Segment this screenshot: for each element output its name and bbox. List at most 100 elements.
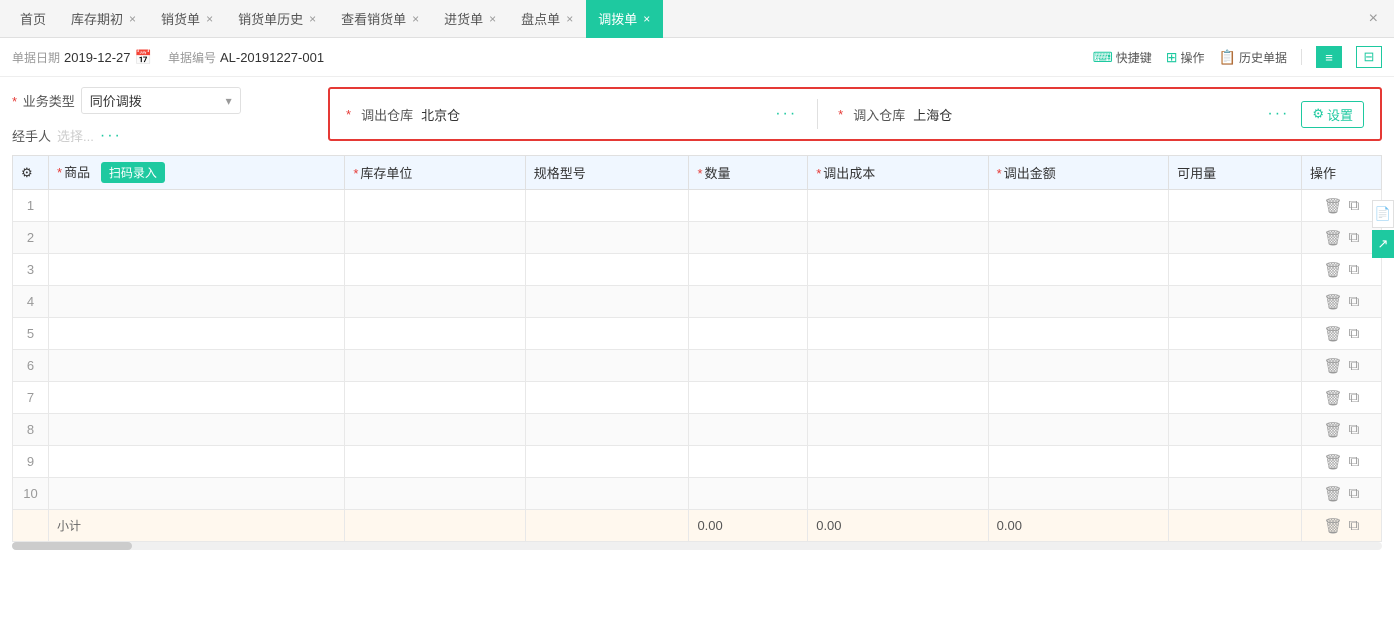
copy-row-icon[interactable]: ⧉ — [1349, 229, 1360, 246]
transfer-out-required: * — [346, 107, 351, 122]
copy-row-icon[interactable]: ⧉ — [1349, 485, 1360, 502]
history-icon: 📋 — [1219, 49, 1236, 66]
cell-amount — [988, 350, 1168, 382]
cell-quantity — [689, 190, 808, 222]
product-table: ⚙ *商品 扫码录入 *库存单位 规格型号 *数量 *调出成本 — [12, 155, 1382, 542]
tab-transfer[interactable]: 调拨单 × — [586, 0, 663, 38]
copy-row-icon[interactable]: ⧉ — [1349, 389, 1360, 406]
tab-close-stocktake[interactable]: × — [566, 12, 573, 26]
delete-row-icon[interactable]: 🗑 — [1324, 357, 1343, 375]
operations-button[interactable]: ⊞ 操作 — [1166, 49, 1205, 66]
cell-goods[interactable] — [49, 478, 345, 510]
cell-spec — [525, 318, 689, 350]
transfer-in-required: * — [838, 107, 843, 122]
cell-goods[interactable] — [49, 254, 345, 286]
cell-spec — [525, 414, 689, 446]
copy-row-icon[interactable]: ⧉ — [1349, 261, 1360, 278]
delete-row-icon[interactable]: 🗑 — [1324, 485, 1343, 503]
table-row: 2 🗑 ⧉ — [13, 222, 1382, 254]
copy-row-icon[interactable]: ⧉ — [1349, 197, 1360, 214]
tab-stocktake[interactable]: 盘点单 × — [509, 0, 586, 38]
tab-home[interactable]: 首页 — [8, 0, 59, 38]
table-row: 5🗑⧉ — [13, 318, 1382, 350]
tab-close-inventory-init[interactable]: × — [129, 12, 136, 26]
gear-icon[interactable]: ⚙ — [21, 165, 33, 180]
business-type-dropdown[interactable]: 同价调拨 ▾ — [81, 87, 241, 114]
cell-goods[interactable] — [49, 286, 345, 318]
cell-goods[interactable] — [49, 190, 345, 222]
action-cell: 🗑⧉ — [1310, 389, 1373, 407]
settings-label: 设置 — [1327, 105, 1353, 124]
delete-row-icon[interactable]: 🗑 — [1324, 453, 1343, 471]
delete-row-icon[interactable]: 🗑 — [1324, 229, 1343, 247]
cell-unit — [345, 350, 525, 382]
cell-goods[interactable] — [49, 446, 345, 478]
tab-sales-history[interactable]: 销货单历史 × — [226, 0, 329, 38]
manager-input[interactable]: 选择... — [57, 126, 94, 145]
form-left: * 业务类型 同价调拨 ▾ 经手人 选择... ··· — [12, 87, 312, 145]
history-label: 历史单据 — [1239, 49, 1287, 66]
tab-close-transfer[interactable]: × — [643, 12, 650, 26]
copy-row-icon[interactable]: ⧉ — [1349, 357, 1360, 374]
tab-close-purchase[interactable]: × — [489, 12, 496, 26]
grid-view-button[interactable]: ⊟ — [1356, 46, 1382, 68]
cell-goods[interactable] — [49, 382, 345, 414]
tab-inventory-init[interactable]: 库存期初 × — [59, 0, 149, 38]
cell-available — [1169, 254, 1302, 286]
copy-row-icon[interactable]: ⧉ — [1349, 517, 1360, 534]
tab-sales-order[interactable]: 销货单 × — [149, 0, 226, 38]
transfer-in-ellipsis-icon[interactable]: ··· — [1267, 105, 1289, 123]
delete-row-icon[interactable]: 🗑 — [1324, 261, 1343, 279]
delete-row-icon[interactable]: 🗑 — [1324, 325, 1343, 343]
history-button[interactable]: 📋 历史单据 — [1219, 49, 1287, 66]
delete-row-icon[interactable]: 🗑 — [1324, 517, 1343, 535]
tab-close-sales-order[interactable]: × — [206, 12, 213, 26]
cell-goods[interactable] — [49, 414, 345, 446]
tab-close-view-sales[interactable]: × — [412, 12, 419, 26]
export-icon[interactable]: ↗ — [1372, 230, 1394, 258]
doc-panel-icon[interactable]: 📄 — [1372, 200, 1394, 228]
shortcuts-button[interactable]: ⌨ 快捷键 — [1093, 49, 1152, 66]
doc-number-value: AL-20191227-001 — [220, 50, 324, 65]
settings-button[interactable]: ⚙ 设置 — [1301, 101, 1364, 128]
copy-row-icon[interactable]: ⧉ — [1349, 293, 1360, 310]
copy-row-icon[interactable]: ⧉ — [1349, 325, 1360, 342]
delete-row-icon[interactable]: 🗑 — [1324, 421, 1343, 439]
close-all-tabs[interactable]: × — [1361, 10, 1386, 28]
tab-view-sales[interactable]: 查看销货单 × — [329, 0, 432, 38]
cell-unit — [345, 286, 525, 318]
action-cell: 🗑⧉ — [1310, 517, 1373, 535]
delete-row-icon[interactable]: 🗑 — [1324, 389, 1343, 407]
th-action: 操作 — [1302, 156, 1382, 190]
transfer-out-ellipsis-icon[interactable]: ··· — [775, 105, 797, 123]
th-spec: 规格型号 — [525, 156, 689, 190]
th-settings: ⚙ — [13, 156, 49, 190]
dropdown-arrow-icon: ▾ — [226, 94, 232, 108]
cell-spec — [525, 510, 689, 542]
horizontal-scrollbar[interactable] — [12, 542, 1382, 550]
calendar-icon[interactable]: 📅 — [135, 49, 152, 66]
cell-unit — [345, 254, 525, 286]
cell-goods[interactable] — [49, 318, 345, 350]
table-row: 6🗑⧉ — [13, 350, 1382, 382]
cell-cost — [808, 446, 988, 478]
cell-cost — [808, 190, 988, 222]
transfer-in-value: 上海仓 — [913, 105, 952, 124]
cell-unit — [345, 446, 525, 478]
cell-goods[interactable] — [49, 222, 345, 254]
copy-row-icon[interactable]: ⧉ — [1349, 453, 1360, 470]
scroll-thumb[interactable] — [12, 542, 132, 550]
transfer-in-label: 调入仓库 — [853, 105, 905, 124]
cell-goods[interactable] — [49, 350, 345, 382]
delete-row-icon[interactable]: 🗑 — [1324, 293, 1343, 311]
row-number: 2 — [13, 222, 49, 254]
list-view-button[interactable]: ≡ — [1316, 46, 1342, 68]
copy-row-icon[interactable]: ⧉ — [1349, 421, 1360, 438]
row-number: 10 — [13, 478, 49, 510]
delete-row-icon[interactable]: 🗑 — [1324, 197, 1343, 215]
tab-close-sales-history[interactable]: × — [309, 12, 316, 26]
manager-ellipsis-icon[interactable]: ··· — [100, 127, 122, 145]
cell-available — [1169, 414, 1302, 446]
tab-purchase[interactable]: 进货单 × — [432, 0, 509, 38]
scan-entry-button[interactable]: 扫码录入 — [101, 162, 165, 183]
